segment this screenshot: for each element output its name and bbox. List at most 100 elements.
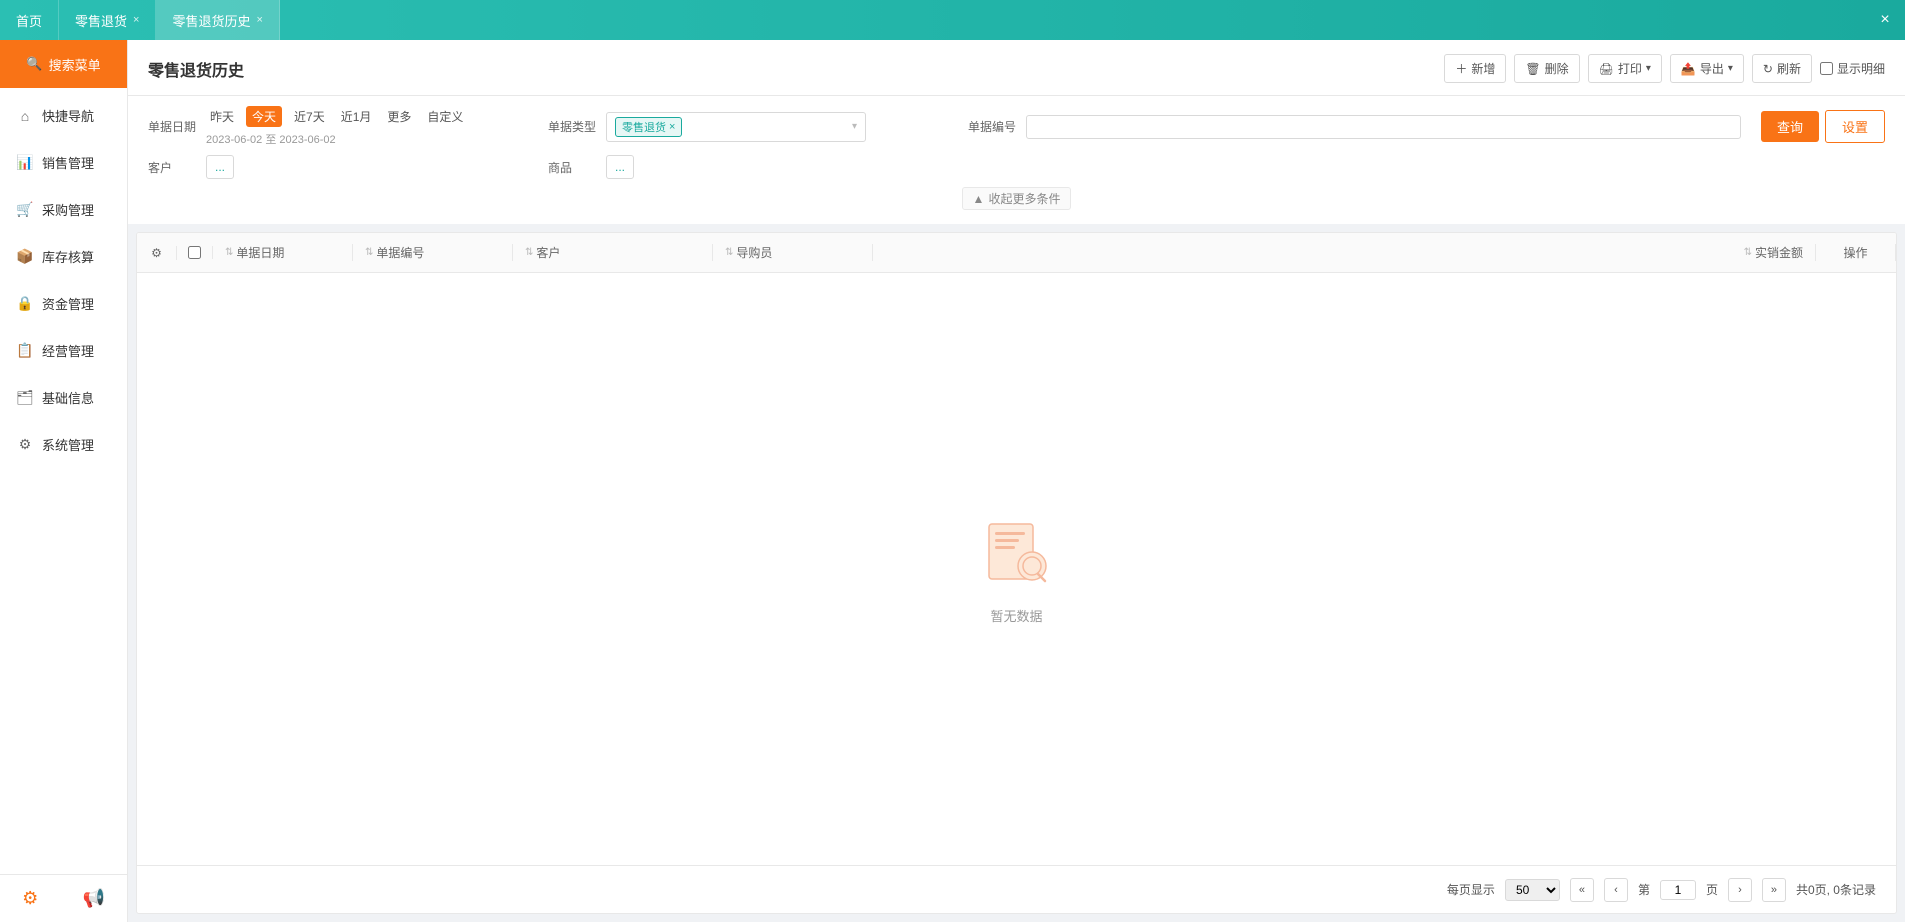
new-button[interactable]: ＋ 新增 [1444,54,1506,83]
sidebar-item-info-label: 基础信息 [42,388,94,407]
print-label: 打印 [1618,60,1642,77]
tab-retail-return-label: 零售退货 [75,11,127,30]
sidebar-item-sales[interactable]: 📊 销售管理 [0,139,127,186]
select-all-checkbox[interactable] [188,246,201,259]
page-number-input[interactable] [1660,880,1696,900]
customer-filter-btn[interactable]: ... [206,155,234,179]
th-setting[interactable]: ⚙ [137,246,177,260]
show-detail-checkbox[interactable] [1820,62,1833,75]
empty-illustration [977,514,1057,594]
date-tab-1month[interactable]: 近1月 [337,106,376,127]
date-range-display: 2023-06-02 至 2023-06-02 [206,131,467,147]
settings-icon: ⚙ [151,246,162,260]
date-tab-custom[interactable]: 自定义 [423,106,467,127]
type-dropdown-icon: ▾ [852,121,857,132]
date-tab-more[interactable]: 更多 [383,106,415,127]
date-tab-7days[interactable]: 近7天 [290,106,329,127]
query-button[interactable]: 查询 [1761,111,1819,142]
gear-bottom-icon[interactable]: ⚙ [22,888,38,909]
th-check[interactable] [177,246,213,259]
per-page-label: 每页显示 [1447,881,1495,898]
top-bar: 首页 零售退货 × 零售退货历史 × × [0,0,1905,40]
date-filter-label: 单据日期 [148,118,198,135]
date-tabs: 昨天 今天 近7天 近1月 更多 自定义 [206,106,467,127]
purchase-icon: 🛒 [16,201,34,219]
tab-retail-return-history-label: 零售退货历史 [172,11,250,30]
tab-retail-return-history-close[interactable]: × [256,14,262,26]
sidebar-item-manage-label: 经营管理 [42,341,94,360]
sidebar-item-info[interactable]: 🗂 基础信息 [0,374,127,421]
th-customer[interactable]: ⇅ 客户 [513,244,713,261]
tab-retail-return-history[interactable]: 零售退货历史 × [156,0,279,40]
th-guide-label: 导购员 [736,244,772,261]
info-icon: 🗂 [16,389,34,407]
refresh-label: 刷新 [1777,60,1801,77]
th-op-label: 操作 [1843,244,1867,261]
first-page-button[interactable]: « [1570,878,1594,902]
type-tag-close[interactable]: × [669,121,675,133]
customer-filter-label: 客户 [148,159,198,176]
th-amount[interactable]: ⇅ 实销金额 [873,244,1816,261]
action-buttons: 查询 设置 [1761,110,1885,143]
sidebar-item-home[interactable]: ⌂ 快捷导航 [0,92,127,139]
manage-icon: 📋 [16,342,34,360]
window-close-button[interactable]: × [1865,0,1905,40]
sort-guide-icon: ⇅ [725,247,733,258]
filter-row-1: 单据日期 昨天 今天 近7天 近1月 更多 自定义 2023-06-02 至 2… [148,106,1885,147]
sort-customer-icon: ⇅ [525,247,533,258]
prev-page-button[interactable]: ‹ [1604,878,1628,902]
th-no[interactable]: ⇅ 单据编号 [353,244,513,261]
sidebar-item-inventory-label: 库存核算 [42,247,94,266]
tab-list: 首页 零售退货 × 零售退货历史 × [0,0,1865,40]
goods-filter-item: 商品 ... [548,155,948,179]
filter-area: 单据日期 昨天 今天 近7天 近1月 更多 自定义 2023-06-02 至 2… [128,96,1905,224]
content-area: 零售退货历史 ＋ 新增 🗑 删除 🖨 打印 ▾ [128,40,1905,922]
sort-date-icon: ⇅ [225,247,233,258]
tab-retail-return[interactable]: 零售退货 × [59,0,156,40]
export-chevron-icon: ▾ [1728,63,1733,74]
refresh-button[interactable]: ↻ 刷新 [1752,54,1812,83]
type-filter-select[interactable]: 零售退货 × ▾ [606,112,866,142]
sales-icon: 📊 [16,154,34,172]
sidebar-item-purchase-label: 采购管理 [42,200,94,219]
date-tab-yesterday[interactable]: 昨天 [206,106,238,127]
sidebar: 🔍 搜索菜单 ⌂ 快捷导航 📊 销售管理 🛒 采购管理 📦 库存核算 🔒 [0,40,128,922]
per-page-select[interactable]: 50 20 100 [1505,879,1560,901]
print-button[interactable]: 🖨 打印 ▾ [1588,54,1662,83]
empty-state: 暂无数据 [137,273,1896,865]
volume-icon[interactable]: 📢 [82,888,104,909]
toolbar: ＋ 新增 🗑 删除 🖨 打印 ▾ 📤 导出 ▾ [1444,54,1885,83]
sidebar-item-inventory[interactable]: 📦 库存核算 [0,233,127,280]
no-filter-input[interactable] [1026,115,1741,139]
sidebar-item-finance[interactable]: 🔒 资金管理 [0,280,127,327]
delete-button[interactable]: 🗑 删除 [1514,54,1579,83]
th-date[interactable]: ⇅ 单据日期 [213,244,353,261]
tab-home[interactable]: 首页 [0,0,59,40]
export-button[interactable]: 📤 导出 ▾ [1670,54,1744,83]
export-label: 导出 [1700,60,1724,77]
tab-retail-return-close[interactable]: × [133,14,139,26]
page-unit: 页 [1706,881,1718,898]
setting-button[interactable]: 设置 [1825,110,1885,143]
collapse-button[interactable]: ▲ 收起更多条件 [962,187,1072,210]
inventory-icon: 📦 [16,248,34,266]
goods-filter-btn[interactable]: ... [606,155,634,179]
customer-filter-item: 客户 ... [148,155,528,179]
th-guide[interactable]: ⇅ 导购员 [713,244,873,261]
next-page-button[interactable]: › [1728,878,1752,902]
th-date-label: 单据日期 [236,244,284,261]
sidebar-item-purchase[interactable]: 🛒 采购管理 [0,186,127,233]
type-tag-value: 零售退货 [622,119,666,135]
new-label: 新增 [1471,60,1495,77]
collapse-icon: ▲ [973,192,985,206]
sort-no-icon: ⇅ [365,247,373,258]
date-tab-today[interactable]: 今天 [246,106,282,127]
sidebar-item-manage[interactable]: 📋 经营管理 [0,327,127,374]
search-menu-button[interactable]: 🔍 搜索菜单 [0,40,127,88]
sidebar-item-sales-label: 销售管理 [42,153,94,172]
pagination: 每页显示 50 20 100 « ‹ 第 页 › » 共0页, 0条记录 [137,865,1896,913]
th-op: 操作 [1816,244,1896,261]
last-page-button[interactable]: » [1762,878,1786,902]
sidebar-item-system[interactable]: ⚙ 系统管理 [0,421,127,468]
sort-amount-icon: ⇅ [1744,247,1752,258]
